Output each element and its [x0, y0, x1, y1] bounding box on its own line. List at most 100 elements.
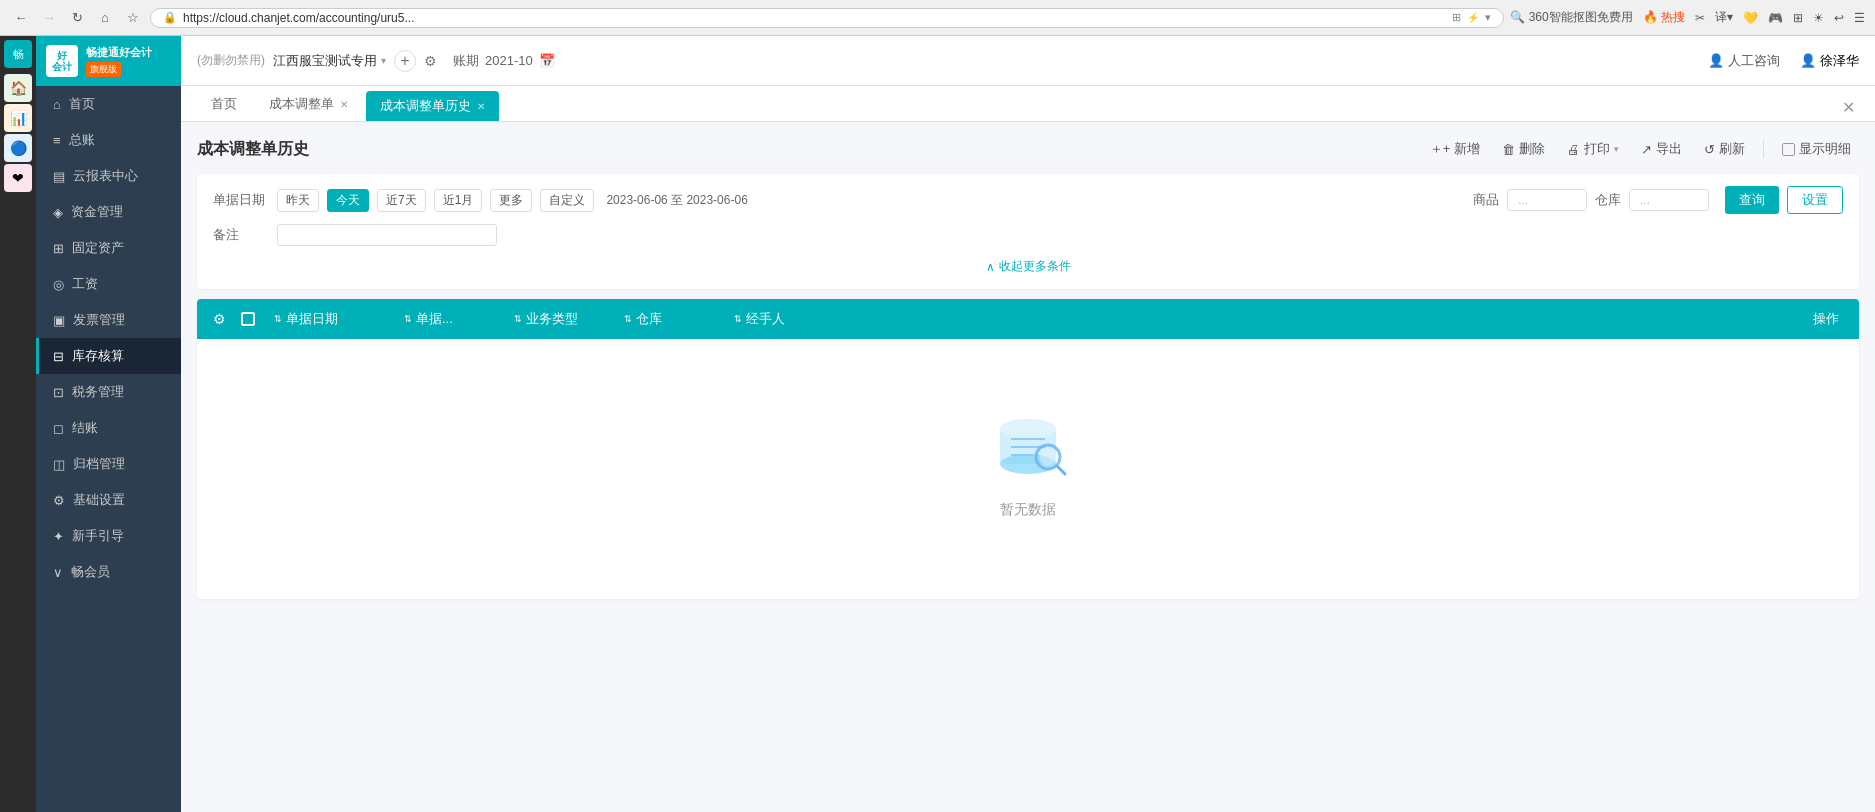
game-icon[interactable]: 🎮 — [1768, 11, 1783, 25]
th-warehouse[interactable]: ⇅ 仓库 — [612, 310, 722, 328]
reports-icon: ▤ — [53, 169, 65, 184]
menu-icon[interactable]: ☰ — [1854, 11, 1865, 25]
settings-btn[interactable]: 设置 — [1787, 186, 1843, 214]
display-checkbox[interactable]: 显示明细 — [1774, 136, 1859, 162]
refresh-label: 刷新 — [1719, 140, 1745, 158]
refresh-btn[interactable]: ↺ 刷新 — [1696, 136, 1753, 162]
nav-star-btn[interactable]: ☆ — [122, 7, 144, 29]
delete-label: 删除 — [1519, 140, 1545, 158]
fixed-assets-icon: ⊞ — [53, 241, 64, 256]
coin-icon[interactable]: 💛 — [1743, 11, 1758, 25]
display-label: 显示明细 — [1799, 140, 1851, 158]
address-bar[interactable]: 🔒 https://cloud.chanjet.com/accounting/u… — [150, 8, 1504, 28]
ext-icon-3[interactable]: 📊 — [4, 104, 32, 132]
svg-line-9 — [1057, 466, 1065, 474]
sidebar-item-tax[interactable]: ⊡ 税务管理 — [36, 374, 181, 410]
tab-cost-adjust-history[interactable]: 成本调整单历史 ✕ — [366, 91, 499, 121]
consult-btn[interactable]: 👤 人工咨询 — [1708, 52, 1780, 70]
nav-refresh-btn[interactable]: ↻ — [66, 7, 88, 29]
period-label: 账期 — [453, 52, 479, 70]
ext-icon-2[interactable]: 🏠 — [4, 74, 32, 102]
filter-product-select[interactable]: ... — [1507, 189, 1587, 211]
new-btn[interactable]: ＋ + 新增 — [1422, 136, 1488, 162]
sidebar-item-home[interactable]: ⌂ 首页 — [36, 86, 181, 122]
sidebar-item-settle[interactable]: ◻ 结账 — [36, 410, 181, 446]
delete-btn[interactable]: 🗑 删除 — [1494, 136, 1553, 162]
tab-add-btn[interactable]: + — [394, 50, 416, 72]
close-all-btn[interactable]: ✕ — [1838, 94, 1859, 121]
filter-date-more[interactable]: 更多 — [490, 189, 532, 212]
sidebar-item-invoice[interactable]: ▣ 发票管理 — [36, 302, 181, 338]
settings-gear-icon[interactable]: ⚙ — [424, 53, 437, 69]
address-url: https://cloud.chanjet.com/accounting/uru… — [183, 11, 414, 25]
ssl-lock-icon: 🔒 — [163, 11, 177, 24]
sidebar-label-ledger: 总账 — [69, 131, 95, 149]
th-handler-label: 经手人 — [746, 310, 785, 328]
company-selector[interactable]: 江西服宝测试专用 ▾ — [273, 52, 386, 70]
sidebar-label-capital: 资金管理 — [71, 203, 123, 221]
scissors-icon[interactable]: ✂ — [1695, 11, 1705, 25]
user-info[interactable]: 👤 徐泽华 — [1800, 52, 1859, 70]
export-btn[interactable]: ↗ 导出 — [1633, 136, 1690, 162]
ext-icon-4[interactable]: 🔵 — [4, 134, 32, 162]
toolbar-divider — [1763, 140, 1764, 158]
grid-icon[interactable]: ⊞ — [1793, 11, 1803, 25]
consult-label: 人工咨询 — [1728, 52, 1780, 70]
inventory-icon: ⊟ — [53, 349, 64, 364]
th-num-label: 单据... — [416, 310, 453, 328]
tab-cost-adjust[interactable]: 成本调整单 ✕ — [255, 89, 362, 121]
search-label[interactable]: 🔍 360智能抠图免费用 — [1510, 9, 1632, 26]
filter-collapse-row: ∧ 收起更多条件 — [213, 256, 1843, 277]
th-date[interactable]: ⇅ 单据日期 — [262, 310, 392, 328]
translate-icon[interactable]: 译▾ — [1715, 9, 1733, 26]
nav-back-btn[interactable]: ← — [10, 7, 32, 29]
filter-date-1month[interactable]: 近1月 — [434, 189, 483, 212]
filter-date-today[interactable]: 今天 — [327, 189, 369, 212]
filter-warehouse-select[interactable]: ... — [1629, 189, 1709, 211]
th-biz-type[interactable]: ⇅ 业务类型 — [502, 310, 612, 328]
th-gear[interactable]: ⚙ — [205, 311, 234, 327]
th-checkbox[interactable] — [241, 312, 255, 326]
hot-search-label[interactable]: 🔥 热搜 — [1643, 9, 1685, 26]
ext-icon-1[interactable]: 畅 — [4, 40, 32, 68]
th-num[interactable]: ⇅ 单据... — [392, 310, 502, 328]
company-chevron-icon: ▾ — [381, 55, 386, 66]
sidebar-item-member[interactable]: ∨ 畅会员 — [36, 554, 181, 590]
sun-icon[interactable]: ☀ — [1813, 11, 1824, 25]
tab-home[interactable]: 首页 — [197, 89, 251, 121]
ext-icon-5[interactable]: ❤ — [4, 164, 32, 192]
company-name: 江西服宝测试专用 — [273, 52, 377, 70]
sidebar-label-member: 畅会员 — [71, 563, 110, 581]
tab-cost-adjust-history-close-icon[interactable]: ✕ — [477, 101, 485, 112]
salary-icon: ◎ — [53, 277, 64, 292]
sidebar-item-salary[interactable]: ◎ 工资 — [36, 266, 181, 302]
th-handler[interactable]: ⇅ 经手人 — [722, 310, 832, 328]
filter-date-yesterday[interactable]: 昨天 — [277, 189, 319, 212]
query-btn[interactable]: 查询 — [1725, 186, 1779, 214]
th-checkbox-col[interactable] — [234, 312, 262, 326]
sidebar-item-inventory[interactable]: ⊟ 库存核算 — [36, 338, 181, 374]
warehouse-dots: ... — [1640, 193, 1650, 207]
filter-date-custom[interactable]: 自定义 — [540, 189, 594, 212]
filter-remark-input[interactable] — [277, 224, 497, 246]
undo-icon[interactable]: ↩ — [1834, 11, 1844, 25]
sidebar-item-guide[interactable]: ✦ 新手引导 — [36, 518, 181, 554]
archive-icon: ◫ — [53, 457, 65, 472]
sidebar-logo: 好会计 畅捷通好会计 旗舰版 — [36, 36, 181, 86]
sidebar-item-capital[interactable]: ◈ 资金管理 — [36, 194, 181, 230]
nav-forward-btn[interactable]: → — [38, 7, 60, 29]
filter-date-7days[interactable]: 近7天 — [377, 189, 426, 212]
sidebar-item-reports[interactable]: ▤ 云报表中心 — [36, 158, 181, 194]
print-btn[interactable]: 🖨 打印 ▾ — [1559, 136, 1627, 162]
sidebar-item-basic[interactable]: ⚙ 基础设置 — [36, 482, 181, 518]
collapse-btn[interactable]: ∧ 收起更多条件 — [978, 256, 1079, 277]
nav-home-btn[interactable]: ⌂ — [94, 7, 116, 29]
sidebar-item-ledger[interactable]: ≡ 总账 — [36, 122, 181, 158]
tab-cost-adjust-close-icon[interactable]: ✕ — [340, 99, 348, 110]
filter-warehouse-label: 仓库 — [1595, 191, 1621, 209]
calendar-icon[interactable]: 📅 — [539, 53, 555, 68]
address-chevron-icon: ▾ — [1485, 11, 1491, 24]
sidebar-item-fixed-assets[interactable]: ⊞ 固定资产 — [36, 230, 181, 266]
sidebar-nav: ⌂ 首页 ≡ 总账 ▤ 云报表中心 ◈ 资金管理 ⊞ 固定资产 ◎ 工资 — [36, 86, 181, 812]
sidebar-item-archive[interactable]: ◫ 归档管理 — [36, 446, 181, 482]
